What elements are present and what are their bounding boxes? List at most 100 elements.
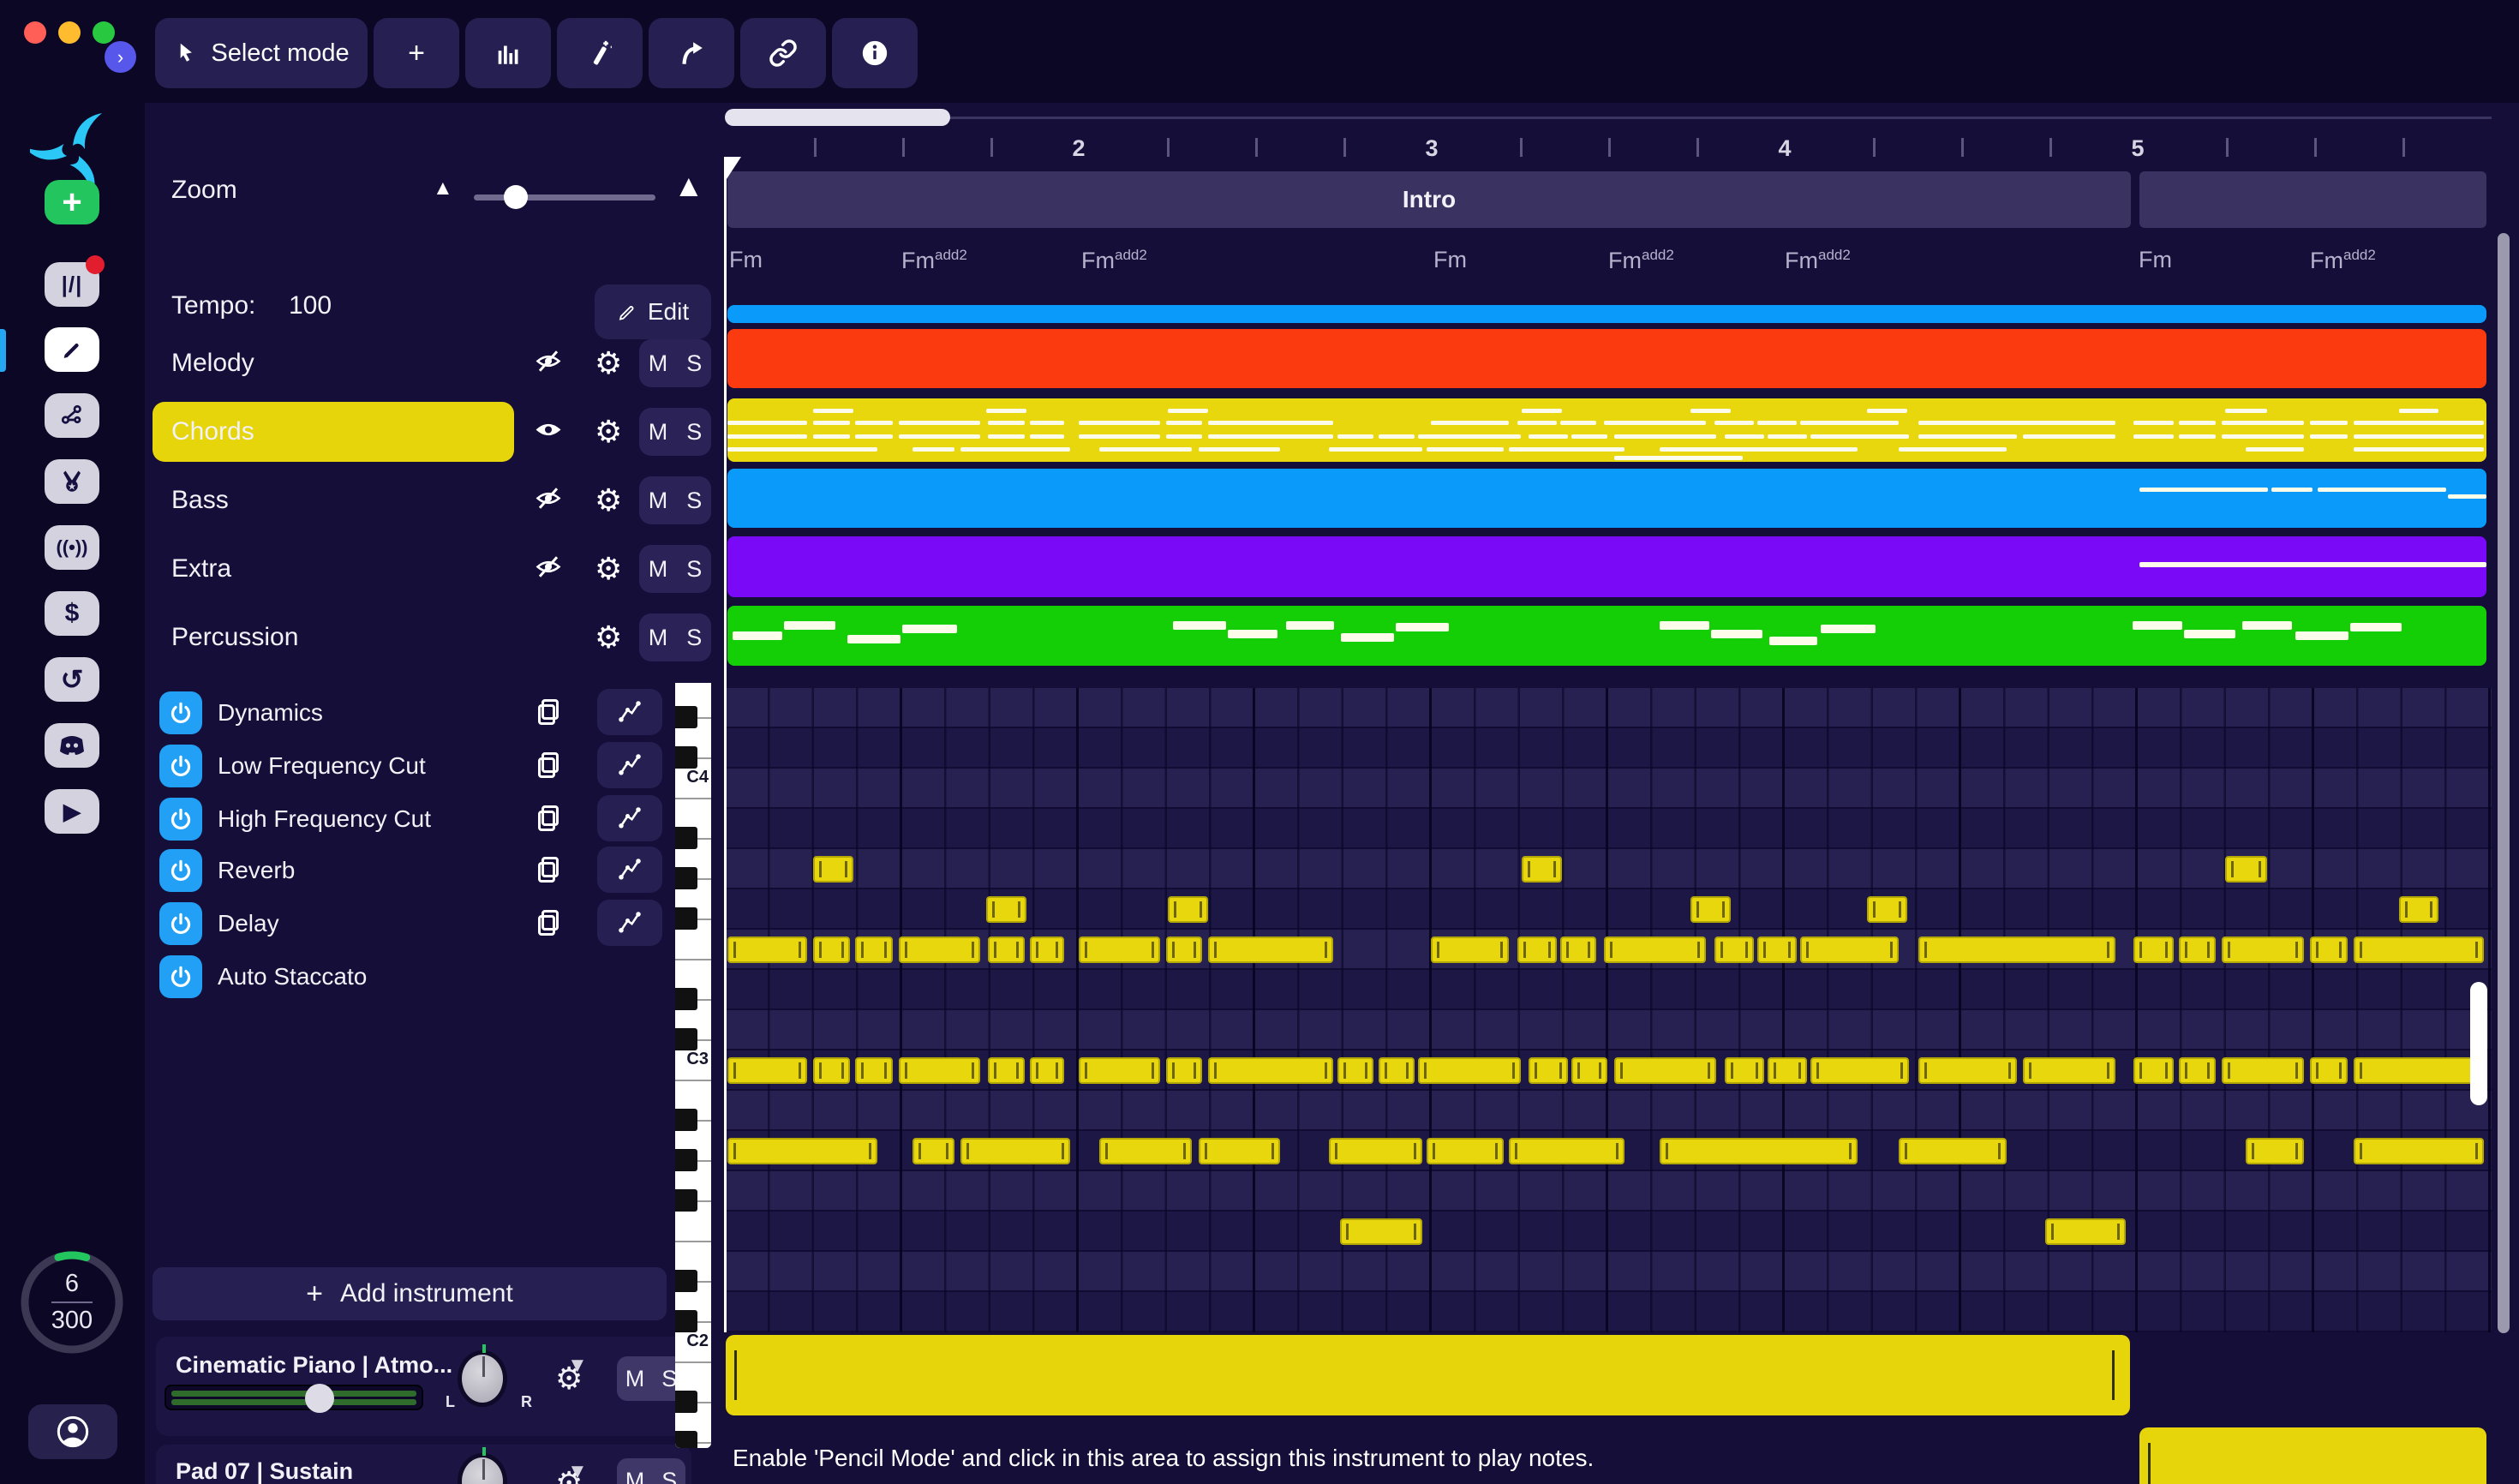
- window-minimize-button[interactable]: [58, 21, 81, 44]
- history-button[interactable]: ↺: [45, 657, 99, 702]
- automation-curve-button[interactable]: [597, 742, 662, 788]
- mute-button[interactable]: M: [649, 625, 668, 651]
- track-row-melody[interactable]: Melody ⚙ M S: [153, 333, 711, 393]
- midi-note[interactable]: [727, 1138, 877, 1164]
- add-track-button[interactable]: +: [374, 18, 459, 88]
- midi-note[interactable]: [960, 1138, 1070, 1164]
- window-zoom-button[interactable]: [93, 21, 115, 44]
- midi-note[interactable]: [1208, 1057, 1333, 1084]
- copy-icon[interactable]: [538, 752, 559, 778]
- add-instrument-button[interactable]: + Add instrument: [153, 1267, 667, 1320]
- grid-scroll-handle[interactable]: [2470, 982, 2487, 1105]
- black-key[interactable]: [675, 827, 697, 849]
- track-row-extra[interactable]: Extra ⚙ M S: [153, 539, 711, 599]
- solo-button[interactable]: S: [686, 556, 702, 583]
- melody-lane[interactable]: [727, 329, 2486, 388]
- section-block[interactable]: [2139, 171, 2486, 228]
- piano-roll-grid[interactable]: [726, 688, 2492, 1332]
- window-close-button[interactable]: [24, 21, 46, 44]
- magic-wand-button[interactable]: [557, 18, 643, 88]
- instrument-range-bar[interactable]: [726, 1335, 2130, 1415]
- black-key[interactable]: [675, 1391, 697, 1413]
- midi-note[interactable]: [2399, 896, 2438, 923]
- midi-note[interactable]: [899, 1057, 980, 1084]
- midi-note[interactable]: [1560, 936, 1596, 963]
- midi-note[interactable]: [1810, 1057, 1909, 1084]
- copy-icon[interactable]: [538, 910, 559, 936]
- branch-tool-button[interactable]: [45, 393, 99, 438]
- zoom-in-icon[interactable]: ▲: [673, 168, 704, 204]
- midi-note[interactable]: [855, 1057, 893, 1084]
- achievements-button[interactable]: ★: [45, 459, 99, 504]
- midi-note[interactable]: [2354, 936, 2484, 963]
- midi-note[interactable]: [813, 936, 850, 963]
- midi-note[interactable]: [1867, 896, 1907, 923]
- export-button[interactable]: [649, 18, 734, 88]
- section-block-intro[interactable]: Intro: [727, 171, 2131, 228]
- lane-strip[interactable]: [727, 305, 2486, 323]
- automation-curve-button[interactable]: [597, 900, 662, 946]
- copy-icon[interactable]: [538, 857, 559, 883]
- power-toggle[interactable]: [159, 798, 202, 841]
- midi-note[interactable]: [1690, 896, 1731, 923]
- instrument-card[interactable]: Pad 07 | Sustain ▼ ⚙ M S: [156, 1445, 691, 1484]
- black-key[interactable]: [675, 1149, 697, 1171]
- extra-lane[interactable]: [727, 536, 2486, 597]
- info-button[interactable]: [832, 18, 918, 88]
- percussion-lane[interactable]: [727, 606, 2486, 666]
- midi-note[interactable]: [2179, 936, 2216, 963]
- midi-note[interactable]: [855, 936, 893, 963]
- gear-icon[interactable]: ⚙: [595, 551, 622, 587]
- midi-note[interactable]: [2222, 1057, 2304, 1084]
- horizontal-scrollbar-track[interactable]: [726, 117, 2492, 119]
- midi-note[interactable]: [988, 936, 1025, 963]
- midi-note[interactable]: [899, 936, 980, 963]
- bass-lane[interactable]: [727, 469, 2486, 528]
- midi-note[interactable]: [813, 1057, 850, 1084]
- midi-note[interactable]: [1660, 1138, 1858, 1164]
- power-toggle[interactable]: [159, 745, 202, 787]
- midi-note[interactable]: [2310, 1057, 2348, 1084]
- power-toggle[interactable]: [159, 955, 202, 998]
- midi-note[interactable]: [1571, 1057, 1607, 1084]
- midi-note[interactable]: [2225, 856, 2267, 883]
- visibility-toggle[interactable]: [534, 486, 563, 516]
- visibility-toggle[interactable]: [534, 554, 563, 584]
- pan-knob[interactable]: [458, 1344, 507, 1407]
- midi-note[interactable]: [1800, 936, 1899, 963]
- video-tutorials-button[interactable]: ▶: [45, 789, 99, 834]
- midi-note[interactable]: [1379, 1057, 1415, 1084]
- midi-note[interactable]: [2354, 1057, 2484, 1084]
- midi-note[interactable]: [1714, 936, 1754, 963]
- profile-button[interactable]: [28, 1404, 117, 1459]
- discord-button[interactable]: [45, 723, 99, 768]
- chords-lane[interactable]: [727, 398, 2486, 462]
- broadcast-button[interactable]: ((•)): [45, 525, 99, 570]
- volume-slider-thumb[interactable]: [305, 1384, 334, 1413]
- power-toggle[interactable]: [159, 691, 202, 734]
- midi-note[interactable]: [1725, 1057, 1764, 1084]
- pencil-mode-button[interactable]: [45, 327, 99, 372]
- zoom-slider-track[interactable]: [474, 194, 655, 200]
- piano-roll-mode-button[interactable]: |/|: [45, 255, 105, 307]
- track-row-chords[interactable]: Chords ⚙ M S: [153, 402, 711, 462]
- black-key[interactable]: [675, 1270, 697, 1292]
- mute-button[interactable]: M: [649, 419, 668, 446]
- midi-note[interactable]: [2222, 936, 2304, 963]
- midi-note[interactable]: [1522, 856, 1562, 883]
- midi-note[interactable]: [1614, 1057, 1716, 1084]
- black-key[interactable]: [675, 907, 697, 930]
- automation-curve-button[interactable]: [597, 795, 662, 841]
- black-key[interactable]: [675, 1028, 697, 1050]
- midi-note[interactable]: [2246, 1138, 2304, 1164]
- midi-note[interactable]: [1166, 1057, 1202, 1084]
- midi-note[interactable]: [1899, 1138, 2007, 1164]
- copy-icon[interactable]: [538, 805, 559, 831]
- power-toggle[interactable]: [159, 902, 202, 945]
- gear-icon[interactable]: ⚙: [595, 482, 622, 518]
- midi-note[interactable]: [2179, 1057, 2216, 1084]
- solo-button[interactable]: S: [661, 1468, 677, 1484]
- midi-note[interactable]: [2354, 1138, 2484, 1164]
- mute-button[interactable]: M: [625, 1468, 645, 1484]
- instrument-name[interactable]: Pad 07 | Sustain: [176, 1458, 353, 1484]
